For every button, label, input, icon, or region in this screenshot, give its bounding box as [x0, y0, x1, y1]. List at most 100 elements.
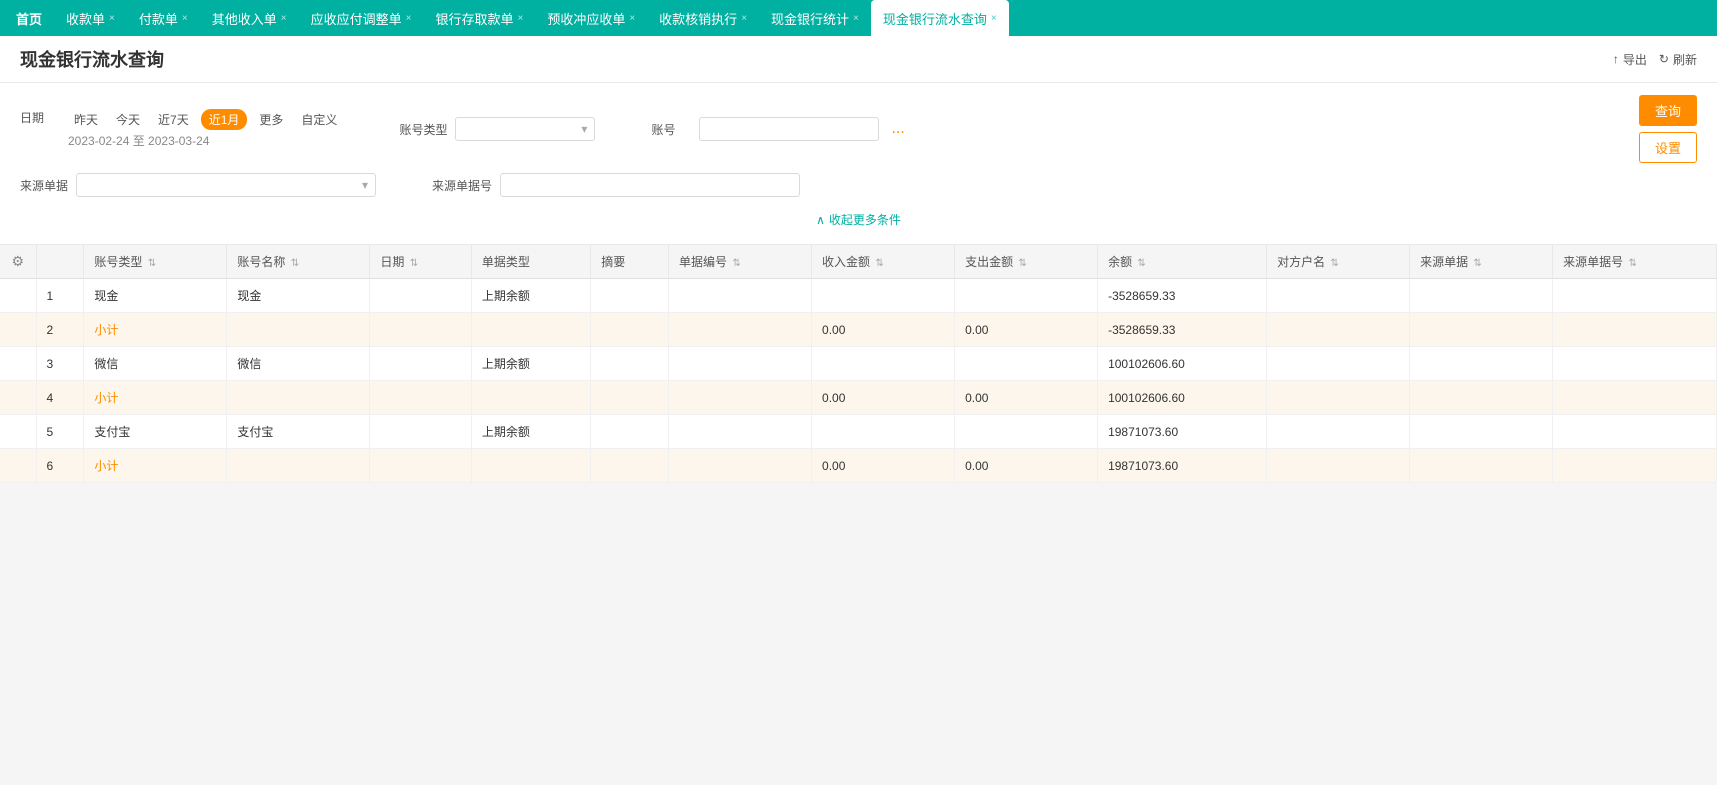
table-cell: [1410, 313, 1553, 347]
table-cell: [1410, 381, 1553, 415]
date-filter-group: 日期 昨天 今天 近7天 近1月 更多 自定义 2023-02-24 至 202…: [20, 109, 343, 149]
close-icon[interactable]: ×: [629, 13, 635, 24]
nav-item-cash-bank-flow[interactable]: 现金银行流水查询 ×: [871, 0, 1009, 36]
close-icon[interactable]: ×: [853, 13, 859, 24]
col-source-doc-no[interactable]: 来源单据号 ⇅: [1553, 245, 1717, 279]
table-row: 3微信微信上期余额100102606.60: [0, 347, 1717, 381]
table-cell: [669, 415, 812, 449]
table-cell: [1267, 313, 1410, 347]
nav-item-other-income[interactable]: 其他收入单 ×: [200, 0, 299, 36]
table-cell: [591, 313, 669, 347]
col-doc-no[interactable]: 单据编号 ⇅: [669, 245, 812, 279]
table-cell: 0.00: [812, 313, 955, 347]
col-account-name[interactable]: 账号名称 ⇅: [227, 245, 370, 279]
table-cell: [1267, 279, 1410, 313]
nav-item-bank-deposit[interactable]: 银行存取款单 ×: [423, 0, 535, 36]
table-body: 1现金现金上期余额-3528659.332小计0.000.00-3528659.…: [0, 279, 1717, 483]
close-icon[interactable]: ×: [991, 13, 997, 24]
col-source-doc[interactable]: 来源单据 ⇅: [1410, 245, 1553, 279]
export-button[interactable]: ↑ 导出: [1613, 51, 1647, 68]
table-cell: [1410, 415, 1553, 449]
account-type-select[interactable]: [455, 117, 595, 141]
col-counterpart[interactable]: 对方户名 ⇅: [1267, 245, 1410, 279]
table-row: 1现金现金上期余额-3528659.33: [0, 279, 1717, 313]
col-expense[interactable]: 支出金额 ⇅: [955, 245, 1098, 279]
date-options: 昨天 今天 近7天 近1月 更多 自定义: [68, 109, 343, 130]
table-cell: [955, 415, 1098, 449]
table-header-row: ⚙ 账号类型 ⇅ 账号名称 ⇅ 日期 ⇅ 单据类型 摘要 单据编号 ⇅ 收入金额…: [0, 245, 1717, 279]
table-cell: [370, 279, 472, 313]
filter-row-2: 来源单据 来源单据号: [20, 173, 1697, 197]
date-btn-custom[interactable]: 自定义: [295, 109, 343, 130]
table-cell: 小计: [84, 449, 227, 483]
date-btn-yesterday[interactable]: 昨天: [68, 109, 104, 130]
table-cell: 小计: [84, 381, 227, 415]
table-cell: [370, 381, 472, 415]
table-cell: [1410, 449, 1553, 483]
close-icon[interactable]: ×: [109, 13, 115, 24]
table-cell: 微信: [84, 347, 227, 381]
date-btn-more[interactable]: 更多: [253, 109, 289, 130]
table-row: 6小计0.000.0019871073.60: [0, 449, 1717, 483]
col-seq: [36, 245, 84, 279]
nav-item-collection-verify[interactable]: 收款核销执行 ×: [647, 0, 759, 36]
collapse-bar[interactable]: ∧ 收起更多条件: [20, 207, 1697, 232]
account-input[interactable]: [699, 117, 879, 141]
table-cell: [370, 313, 472, 347]
nav-item-receipt[interactable]: 收款单 ×: [54, 0, 127, 36]
account-type-select-wrapper[interactable]: [455, 117, 595, 141]
filter-area: 日期 昨天 今天 近7天 近1月 更多 自定义 2023-02-24 至 202…: [0, 83, 1717, 245]
sort-icon: ⇅: [1628, 258, 1636, 269]
col-account-type[interactable]: 账号类型 ⇅: [84, 245, 227, 279]
table-cell: [669, 449, 812, 483]
settings-button[interactable]: 设置: [1639, 132, 1697, 163]
table-cell: [1553, 347, 1717, 381]
table-cell: 支付宝: [84, 415, 227, 449]
close-icon[interactable]: ×: [517, 13, 523, 24]
page-header: 现金银行流水查询 ↑ 导出 ↻ 刷新: [0, 36, 1717, 83]
date-btn-1month[interactable]: 近1月: [201, 109, 248, 130]
table-cell: 微信: [227, 347, 370, 381]
table-cell: 6: [36, 449, 84, 483]
table-cell: [1410, 347, 1553, 381]
nav-item-cash-bank-stat[interactable]: 现金银行统计 ×: [759, 0, 871, 36]
nav-item-payment[interactable]: 付款单 ×: [127, 0, 200, 36]
table-cell: [812, 415, 955, 449]
table-cell: 0.00: [812, 381, 955, 415]
source-doc-no-input[interactable]: [500, 173, 800, 197]
date-btn-today[interactable]: 今天: [110, 109, 146, 130]
table-cell: 0.00: [955, 449, 1098, 483]
sort-icon: ⇅: [732, 258, 740, 269]
gear-icon: ⚙: [11, 253, 24, 269]
close-icon[interactable]: ×: [281, 13, 287, 24]
close-icon[interactable]: ×: [406, 13, 412, 24]
table-cell: -3528659.33: [1098, 313, 1267, 347]
account-dots-button[interactable]: ...: [887, 120, 908, 138]
table-cell: [669, 313, 812, 347]
table-cell: -3528659.33: [1098, 279, 1267, 313]
col-config[interactable]: ⚙: [0, 245, 36, 279]
source-doc-label: 来源单据: [20, 177, 68, 194]
nav-item-home[interactable]: 首页: [4, 0, 54, 36]
col-summary: 摘要: [591, 245, 669, 279]
col-income[interactable]: 收入金额 ⇅: [812, 245, 955, 279]
table-cell: [471, 381, 590, 415]
refresh-button[interactable]: ↻ 刷新: [1659, 51, 1697, 68]
nav-item-prepay-offset[interactable]: 预收冲应收单 ×: [535, 0, 647, 36]
date-btn-7days[interactable]: 近7天: [152, 109, 195, 130]
table-cell: [370, 347, 472, 381]
table-cell: [370, 449, 472, 483]
col-date[interactable]: 日期 ⇅: [370, 245, 472, 279]
source-doc-select-wrapper[interactable]: [76, 173, 376, 197]
table-cell: [0, 347, 36, 381]
table-cell: [591, 279, 669, 313]
close-icon[interactable]: ×: [741, 13, 747, 24]
col-balance[interactable]: 余额 ⇅: [1098, 245, 1267, 279]
source-doc-select[interactable]: [76, 173, 376, 197]
nav-item-ar-ap-adjust[interactable]: 应收应付调整单 ×: [299, 0, 424, 36]
data-table: ⚙ 账号类型 ⇅ 账号名称 ⇅ 日期 ⇅ 单据类型 摘要 单据编号 ⇅ 收入金额…: [0, 245, 1717, 483]
query-button[interactable]: 查询: [1639, 95, 1697, 126]
table-cell: 19871073.60: [1098, 449, 1267, 483]
close-icon[interactable]: ×: [182, 13, 188, 24]
page-title: 现金银行流水查询: [20, 46, 164, 72]
